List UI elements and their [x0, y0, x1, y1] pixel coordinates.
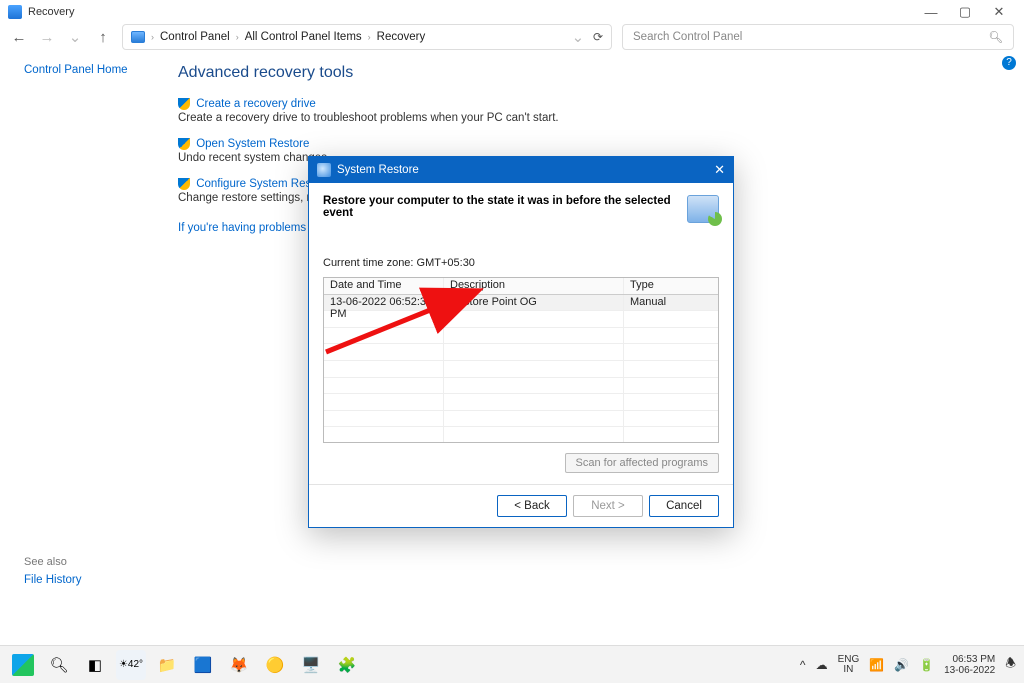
window-maximize-button[interactable]: ▢ — [948, 4, 982, 20]
breadcrumb[interactable]: Control Panel — [160, 31, 230, 43]
search-placeholder: Search Control Panel — [633, 31, 742, 43]
chevron-right-icon: › — [368, 32, 371, 42]
task-view-button[interactable]: ◧ — [80, 650, 110, 680]
restore-monitor-icon — [687, 195, 719, 223]
sidebar: Control Panel Home See also File History — [24, 64, 174, 586]
window-close-button[interactable]: ✕ — [982, 4, 1016, 20]
cell-type: Manual — [624, 295, 718, 311]
tool-item: Create a recovery drive Create a recover… — [178, 98, 559, 124]
app-icon[interactable]: 🧩 — [332, 650, 362, 680]
table-row[interactable] — [324, 344, 718, 361]
control-panel-home-link[interactable]: Control Panel Home — [24, 64, 128, 76]
language-indicator[interactable]: ENGIN — [838, 655, 860, 675]
dialog-title: System Restore — [337, 164, 419, 176]
taskbar[interactable]: 🔍︎ ◧ ☀42° 📁 🟦 🦊 🟡 🖥️ 🧩 ^ ☁ ENGIN 📶 🔊 🔋 0… — [0, 645, 1024, 683]
table-row[interactable] — [324, 361, 718, 378]
battery-icon[interactable]: 🔋 — [919, 658, 934, 672]
chrome-icon[interactable]: 🟡 — [260, 650, 290, 680]
col-type[interactable]: Type — [624, 278, 718, 294]
create-recovery-drive-link[interactable]: Create a recovery drive — [196, 98, 316, 110]
col-date-time[interactable]: Date and Time — [324, 278, 444, 294]
table-row[interactable] — [324, 427, 718, 443]
recent-dropdown-icon[interactable]: ⌄ — [66, 28, 84, 46]
table-row[interactable] — [324, 311, 718, 328]
dialog-header-text: Restore your computer to the state it wa… — [323, 195, 679, 219]
col-description[interactable]: Description — [444, 278, 624, 294]
up-button[interactable]: ↑ — [94, 29, 112, 46]
page-title: Advanced recovery tools — [178, 64, 559, 82]
table-row[interactable] — [324, 394, 718, 411]
table-row[interactable] — [324, 378, 718, 395]
next-button[interactable]: Next > — [573, 495, 643, 517]
chevron-up-icon[interactable]: ^ — [800, 658, 806, 672]
refresh-icon[interactable]: ⟳ — [593, 30, 603, 44]
file-history-link[interactable]: File History — [24, 574, 174, 586]
search-input[interactable]: Search Control Panel 🔍︎ — [622, 24, 1014, 50]
close-icon[interactable]: ✕ — [714, 162, 725, 178]
recovery-app-icon — [8, 5, 22, 19]
back-button[interactable]: < Back — [497, 495, 567, 517]
scan-affected-programs-button[interactable]: Scan for affected programs — [565, 453, 719, 473]
table-row[interactable] — [324, 328, 718, 345]
toolbar: ← → ⌄ ↑ › Control Panel › All Control Pa… — [0, 24, 1024, 54]
firefox-icon[interactable]: 🦊 — [224, 650, 254, 680]
breadcrumb[interactable]: All Control Panel Items — [245, 31, 362, 43]
shield-icon — [178, 98, 190, 110]
onedrive-icon[interactable]: ☁ — [816, 658, 828, 672]
breadcrumb[interactable]: Recovery — [377, 31, 426, 43]
forward-button[interactable]: → — [38, 29, 56, 46]
chevron-right-icon: › — [151, 32, 154, 42]
help-icon[interactable]: ? — [1002, 56, 1016, 70]
pc-icon — [131, 31, 145, 43]
see-also-heading: See also — [24, 556, 174, 568]
tool-desc: Create a recovery drive to troubleshoot … — [178, 112, 559, 124]
weather-widget[interactable]: ☀42° — [116, 650, 146, 680]
window-titlebar[interactable]: Recovery — ▢ ✕ — [0, 0, 1024, 24]
system-tray[interactable]: ^ ☁ ENGIN 📶 🔊 🔋 06:53 PM13-06-2022 🕭 — [800, 654, 1016, 676]
restore-point-list[interactable]: Date and Time Description Type 13-06-202… — [323, 277, 719, 443]
start-button[interactable] — [8, 650, 38, 680]
chevron-right-icon: › — [236, 32, 239, 42]
table-row[interactable]: 13-06-2022 06:52:35 PM Restore Point OG … — [324, 295, 718, 312]
cell-datetime: 13-06-2022 06:52:35 PM — [324, 295, 444, 311]
clock[interactable]: 06:53 PM13-06-2022 — [944, 654, 995, 676]
search-icon: 🔍︎ — [988, 30, 1003, 44]
shield-icon — [178, 178, 190, 190]
app-icon[interactable]: 🖥️ — [296, 650, 326, 680]
shield-icon — [178, 138, 190, 150]
system-restore-icon — [317, 163, 331, 177]
cancel-button[interactable]: Cancel — [649, 495, 719, 517]
window-title: Recovery — [28, 6, 74, 18]
volume-icon[interactable]: 🔊 — [894, 658, 909, 672]
window-minimize-button[interactable]: — — [914, 5, 948, 20]
chevron-down-icon[interactable]: ⌄ — [569, 28, 587, 46]
table-header-row: Date and Time Description Type — [324, 278, 718, 295]
dialog-titlebar[interactable]: System Restore ✕ — [309, 157, 733, 183]
dialog-button-row: < Back Next > Cancel — [309, 484, 733, 527]
notifications-icon[interactable]: 🕭 — [1005, 654, 1016, 675]
search-button[interactable]: 🔍︎ — [44, 650, 74, 680]
system-restore-dialog: System Restore ✕ Restore your computer t… — [308, 156, 734, 528]
timezone-label: Current time zone: GMT+05:30 — [323, 257, 719, 269]
file-explorer-icon[interactable]: 📁 — [152, 650, 182, 680]
cell-description: Restore Point OG — [444, 295, 624, 311]
address-bar[interactable]: › Control Panel › All Control Panel Item… — [122, 24, 612, 50]
table-row[interactable] — [324, 411, 718, 428]
wifi-icon[interactable]: 📶 — [869, 658, 884, 672]
edge-icon[interactable]: 🟦 — [188, 650, 218, 680]
open-system-restore-link[interactable]: Open System Restore — [196, 138, 309, 150]
back-button[interactable]: ← — [10, 29, 28, 46]
